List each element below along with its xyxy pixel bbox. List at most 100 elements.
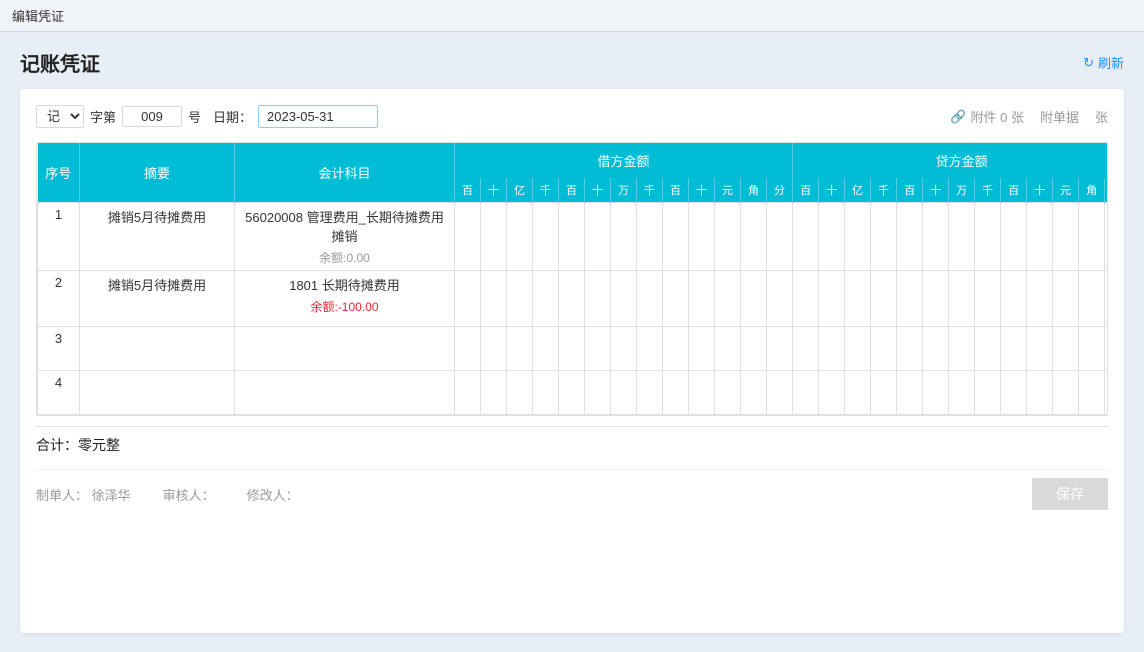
refresh-button[interactable]: ↻ 刷新 [1083, 53, 1124, 72]
c-13[interactable] [1105, 203, 1108, 271]
d-5[interactable] [559, 327, 585, 371]
d-1[interactable] [455, 327, 481, 371]
c-10[interactable] [1027, 327, 1053, 371]
d-1[interactable] [455, 203, 481, 271]
d-3[interactable] [507, 327, 533, 371]
d-9[interactable] [663, 271, 689, 327]
c-1[interactable] [793, 371, 819, 415]
d-12[interactable] [741, 203, 767, 271]
c-1[interactable] [793, 327, 819, 371]
c-9[interactable] [1001, 271, 1027, 327]
c-7[interactable] [949, 327, 975, 371]
c-10[interactable] [1027, 203, 1053, 271]
c-12[interactable] [1079, 327, 1105, 371]
d-13[interactable] [767, 203, 793, 271]
d-9[interactable] [663, 203, 689, 271]
c-2[interactable] [819, 371, 845, 415]
c-3[interactable] [845, 203, 871, 271]
d-10[interactable] [689, 203, 715, 271]
d-6[interactable] [585, 327, 611, 371]
c-11[interactable] [1053, 203, 1079, 271]
d-3[interactable] [507, 203, 533, 271]
d-13[interactable] [767, 371, 793, 415]
c-12[interactable] [1079, 371, 1105, 415]
c-8[interactable] [975, 371, 1001, 415]
d-3[interactable] [507, 271, 533, 327]
row-account[interactable]: 1801 长期待摊费用 余额:-100.00 [235, 271, 455, 327]
c-8[interactable] [975, 271, 1001, 327]
d-1[interactable] [455, 271, 481, 327]
c-2[interactable] [819, 271, 845, 327]
voucher-number-input[interactable] [122, 106, 182, 127]
c-10[interactable] [1027, 371, 1053, 415]
d-11[interactable] [715, 327, 741, 371]
d-11[interactable] [715, 271, 741, 327]
c-4[interactable] [871, 271, 897, 327]
c-10[interactable] [1027, 271, 1053, 327]
c-5[interactable] [897, 203, 923, 271]
d-8[interactable] [637, 271, 663, 327]
d-13[interactable] [767, 271, 793, 327]
d-2[interactable] [481, 327, 507, 371]
c-11[interactable] [1053, 371, 1079, 415]
d-10[interactable] [689, 371, 715, 415]
d-10[interactable] [689, 327, 715, 371]
c-2[interactable] [819, 203, 845, 271]
d-3[interactable] [507, 371, 533, 415]
d-6[interactable] [585, 203, 611, 271]
d-5[interactable] [559, 371, 585, 415]
d-4[interactable] [533, 203, 559, 271]
d-8[interactable] [637, 327, 663, 371]
c-1[interactable] [793, 271, 819, 327]
d-12[interactable] [741, 271, 767, 327]
c-13[interactable] [1105, 371, 1108, 415]
c-11[interactable] [1053, 271, 1079, 327]
c-9[interactable] [1001, 371, 1027, 415]
row-summary[interactable]: 摊销5月待摊费用 [80, 203, 235, 271]
c-3[interactable] [845, 371, 871, 415]
c-4[interactable] [871, 371, 897, 415]
c-5[interactable] [897, 327, 923, 371]
row-summary[interactable] [80, 371, 235, 415]
d-5[interactable] [559, 271, 585, 327]
d-13[interactable] [767, 327, 793, 371]
d-2[interactable] [481, 271, 507, 327]
c-4[interactable] [871, 203, 897, 271]
c-8[interactable] [975, 327, 1001, 371]
c-7[interactable] [949, 371, 975, 415]
d-7[interactable] [611, 371, 637, 415]
attachment-button[interactable]: 🔗 附件 0 张 [950, 107, 1024, 126]
c-6[interactable] [923, 203, 949, 271]
c-4[interactable] [871, 327, 897, 371]
sheets-label[interactable]: 附单据 [1040, 107, 1079, 126]
d-4[interactable] [533, 271, 559, 327]
row-summary[interactable]: 摊销5月待摊费用 [80, 271, 235, 327]
d-6[interactable] [585, 371, 611, 415]
c-1[interactable] [793, 203, 819, 271]
d-9[interactable] [663, 371, 689, 415]
d-11[interactable] [715, 371, 741, 415]
d-8[interactable] [637, 371, 663, 415]
c-3[interactable] [845, 271, 871, 327]
c-7[interactable] [949, 271, 975, 327]
c-9[interactable] [1001, 327, 1027, 371]
d-4[interactable] [533, 327, 559, 371]
d-10[interactable] [689, 271, 715, 327]
d-2[interactable] [481, 203, 507, 271]
d-12[interactable] [741, 327, 767, 371]
d-7[interactable] [611, 327, 637, 371]
c-11[interactable] [1053, 327, 1079, 371]
c-5[interactable] [897, 371, 923, 415]
d-8[interactable] [637, 203, 663, 271]
c-6[interactable] [923, 327, 949, 371]
d-12[interactable] [741, 371, 767, 415]
d-2[interactable] [481, 371, 507, 415]
c-13[interactable] [1105, 327, 1108, 371]
c-5[interactable] [897, 271, 923, 327]
c-12[interactable] [1079, 271, 1105, 327]
c-9[interactable] [1001, 203, 1027, 271]
d-4[interactable] [533, 371, 559, 415]
d-6[interactable] [585, 271, 611, 327]
row-account[interactable] [235, 371, 455, 415]
row-account[interactable] [235, 327, 455, 371]
